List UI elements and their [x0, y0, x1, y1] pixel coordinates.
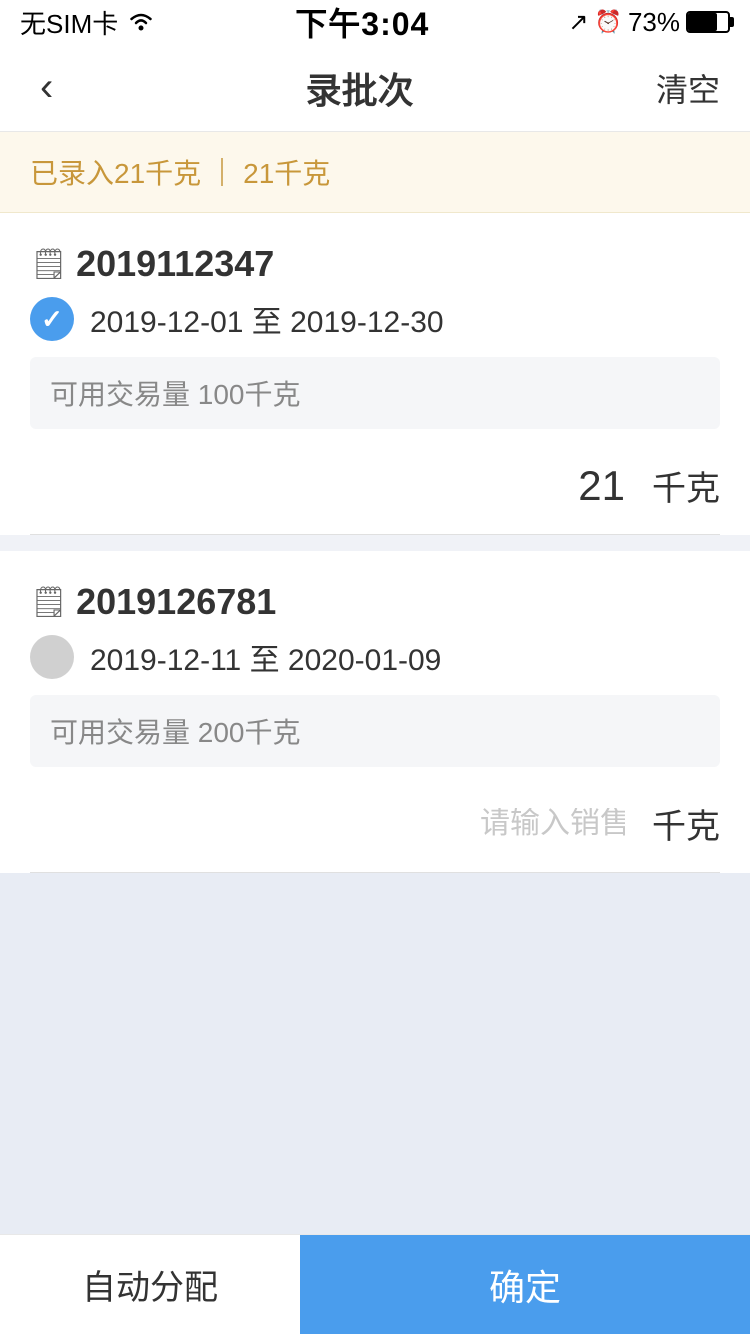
- batch-item: 🗒 2019112347 ✓ 2019-12-01 至 2019-12-30 可…: [0, 213, 750, 535]
- status-bar: 无SIM卡 下午3:04 ↗ ⏰ 73%: [0, 0, 750, 44]
- document-icon: 🗒: [30, 585, 68, 620]
- quantity-input[interactable]: [480, 462, 640, 510]
- quantity-input-row: 千克: [30, 783, 720, 873]
- document-icon: 🗒: [30, 247, 68, 282]
- batch-available-qty: 可用交易量 100千克: [30, 357, 720, 429]
- quantity-input[interactable]: [480, 808, 640, 840]
- no-sim-label: 无SIM卡: [20, 4, 118, 41]
- info-divider: [221, 158, 223, 186]
- batch-date-row[interactable]: ✓ 2019-12-01 至 2019-12-30: [30, 297, 720, 341]
- status-time: 下午3:04: [295, 0, 429, 45]
- battery-icon: [686, 11, 730, 33]
- batch-header: 🗒 2019126781: [30, 581, 720, 623]
- alarm-icon: ⏰: [595, 9, 622, 35]
- wifi-icon: [126, 11, 156, 33]
- recorded-amount: 已录入21千克: [30, 152, 201, 192]
- batch-date-range: 2019-12-01 至 2019-12-30: [90, 297, 444, 341]
- page-title: 录批次: [306, 62, 414, 114]
- confirm-button[interactable]: 确定: [300, 1235, 750, 1334]
- battery-percent: 73%: [628, 7, 680, 38]
- clear-button[interactable]: 清空: [656, 65, 720, 111]
- batch-item: 🗒 2019126781 2019-12-11 至 2020-01-09 可用交…: [0, 551, 750, 873]
- total-amount: 21千克: [243, 152, 330, 192]
- separator: [0, 535, 750, 551]
- unit-label: 千克: [652, 461, 720, 510]
- info-bar: 已录入21千克 21千克: [0, 132, 750, 213]
- nav-bar: ‹ 录批次 清空: [0, 44, 750, 132]
- batch-id: 2019112347: [76, 243, 274, 285]
- auto-distribute-button[interactable]: 自动分配: [0, 1235, 300, 1334]
- batch-date-range: 2019-12-11 至 2020-01-09: [90, 635, 441, 679]
- radio-selected[interactable]: ✓: [30, 297, 74, 341]
- check-icon: ✓: [41, 304, 63, 335]
- location-icon: ↗: [568, 8, 588, 37]
- batch-available-qty: 可用交易量 200千克: [30, 695, 720, 767]
- batch-id: 2019126781: [76, 581, 276, 623]
- unit-label: 千克: [652, 799, 720, 848]
- status-left: 无SIM卡: [20, 4, 156, 41]
- quantity-input-row: 千克: [30, 445, 720, 535]
- bottom-bar: 自动分配 确定: [0, 1234, 750, 1334]
- batch-header: 🗒 2019112347: [30, 243, 720, 285]
- batch-list: 🗒 2019112347 ✓ 2019-12-01 至 2019-12-30 可…: [0, 213, 750, 873]
- back-button[interactable]: ‹: [30, 55, 63, 120]
- status-right: ↗ ⏰ 73%: [568, 7, 730, 38]
- empty-space: [0, 873, 750, 1273]
- radio-unselected[interactable]: [30, 635, 74, 679]
- batch-date-row[interactable]: 2019-12-11 至 2020-01-09: [30, 635, 720, 679]
